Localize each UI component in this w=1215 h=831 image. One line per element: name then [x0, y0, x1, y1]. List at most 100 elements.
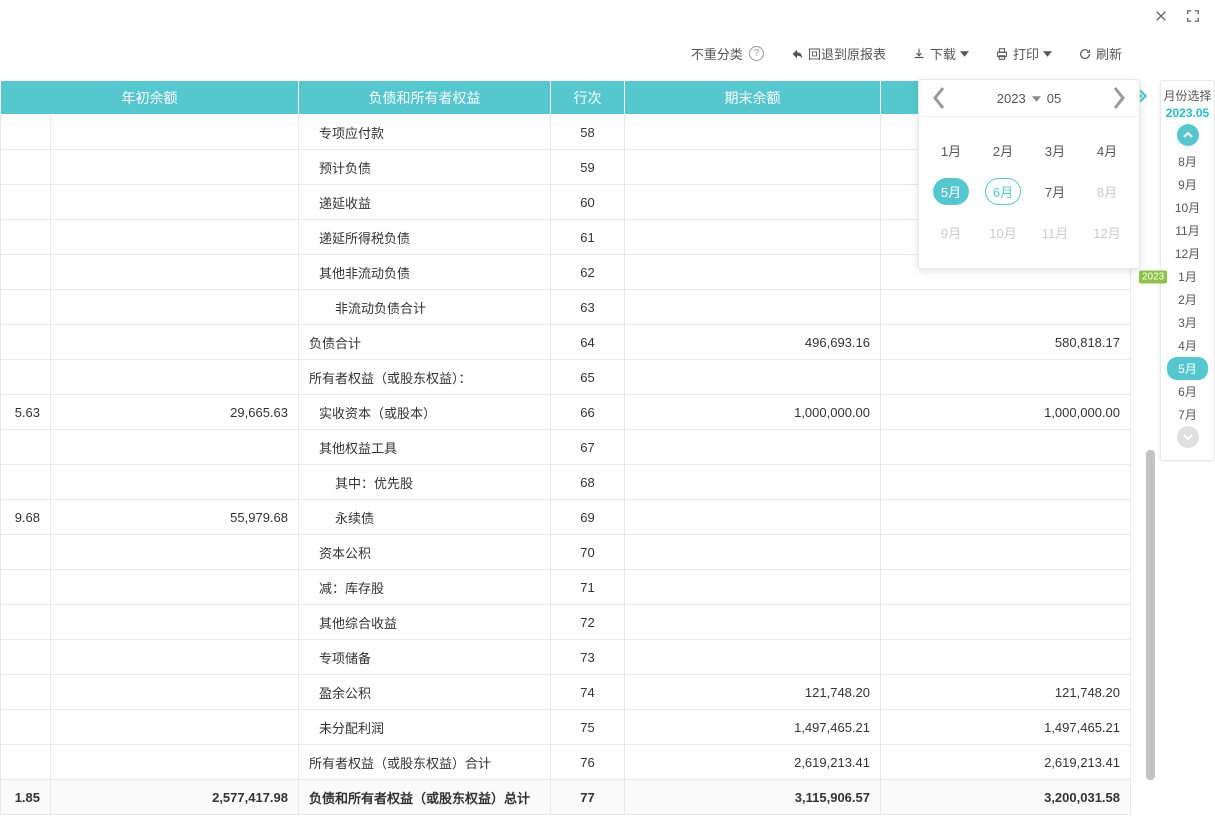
row-amount: 55,979.68	[51, 500, 299, 535]
popup-month-cell[interactable]: 3月	[1029, 141, 1081, 160]
table-row: 5.6329,665.63实收资本（或股本）661,000,000.001,00…	[1, 395, 1131, 430]
year-tag: 2023	[1139, 270, 1167, 283]
popup-month-cell[interactable]: 4月	[1081, 141, 1133, 160]
popup-month-cell[interactable]: 1月	[925, 141, 977, 160]
row-label: 专项应付款	[299, 115, 551, 150]
row-amount	[625, 465, 881, 500]
row-label: 专项储备	[299, 640, 551, 675]
download-button[interactable]: 下载	[912, 44, 969, 63]
row-amount: 1,497,465.21	[881, 710, 1131, 745]
row-amount	[1, 290, 51, 325]
chevron-down-icon	[1032, 90, 1041, 105]
popup-month-cell[interactable]: 6月	[985, 178, 1021, 205]
row-amount	[881, 290, 1131, 325]
month-panel-down-button[interactable]	[1177, 426, 1199, 448]
month-panel-item[interactable]: 2月	[1161, 288, 1214, 311]
popup-month-cell[interactable]: 7月	[1029, 182, 1081, 201]
month-panel-title: 月份选择	[1161, 87, 1214, 104]
row-label: 未分配利润	[299, 710, 551, 745]
row-amount	[51, 115, 299, 150]
next-year-button[interactable]	[1109, 88, 1129, 108]
row-amount	[1, 185, 51, 220]
prev-year-button[interactable]	[929, 88, 949, 108]
month-panel-item[interactable]: 6月	[1161, 380, 1214, 403]
row-amount	[51, 535, 299, 570]
row-number: 70	[551, 535, 625, 570]
vertical-scrollbar[interactable]	[1146, 450, 1155, 780]
month-panel-item[interactable]: 4月	[1161, 334, 1214, 357]
row-amount	[51, 185, 299, 220]
table-row: 盈余公积74121,748.20121,748.20	[1, 675, 1131, 710]
month-panel-item[interactable]: 10月	[1161, 196, 1214, 219]
popup-month-cell[interactable]: 5月	[933, 178, 969, 205]
row-number: 75	[551, 710, 625, 745]
month-panel-item[interactable]: 12月	[1161, 242, 1214, 265]
table-row: 专项储备73	[1, 640, 1131, 675]
row-amount: 2,577,417.98	[51, 780, 299, 815]
row-amount: 3,115,906.57	[625, 780, 881, 815]
row-amount: 3,200,031.58	[881, 780, 1131, 815]
popup-month-cell: 10月	[977, 223, 1029, 242]
month-panel-item[interactable]: 8月	[1161, 150, 1214, 173]
row-amount	[51, 430, 299, 465]
row-amount	[881, 465, 1131, 500]
row-number: 66	[551, 395, 625, 430]
row-amount: 496,693.16	[625, 325, 881, 360]
popup-month-cell: 11月	[1029, 223, 1081, 242]
row-amount	[881, 605, 1131, 640]
row-amount	[881, 570, 1131, 605]
row-amount	[1, 115, 51, 150]
row-amount	[51, 290, 299, 325]
table-row: 其中：优先股68	[1, 465, 1131, 500]
row-amount	[51, 605, 299, 640]
row-amount	[51, 745, 299, 780]
th-liab-equity: 负债和所有者权益	[299, 81, 551, 115]
month-panel-item[interactable]: 9月	[1161, 173, 1214, 196]
year-month-title[interactable]: 2023 05	[997, 91, 1061, 106]
row-amount	[625, 255, 881, 290]
row-label: 减：库存股	[299, 570, 551, 605]
month-panel-up-button[interactable]	[1177, 124, 1199, 146]
print-button[interactable]: 打印	[995, 44, 1052, 63]
no-reclass-toggle[interactable]: 不重分类 ?	[691, 44, 764, 63]
row-amount	[625, 290, 881, 325]
row-amount	[625, 360, 881, 395]
row-label: 其他综合收益	[299, 605, 551, 640]
fullscreen-icon[interactable]	[1181, 4, 1205, 28]
row-number: 63	[551, 290, 625, 325]
row-number: 67	[551, 430, 625, 465]
revert-button[interactable]: 回退到原报表	[790, 44, 886, 63]
month-panel-item[interactable]: 5月	[1167, 357, 1208, 380]
th-period-end: 期末余额	[625, 81, 881, 115]
row-amount	[51, 465, 299, 500]
row-label: 递延所得税负债	[299, 220, 551, 255]
row-amount	[1, 675, 51, 710]
month-panel-item[interactable]: 1月2023	[1161, 265, 1214, 288]
row-number: 68	[551, 465, 625, 500]
close-icon[interactable]	[1149, 4, 1173, 28]
table-row: 其他综合收益72	[1, 605, 1131, 640]
revert-icon	[790, 47, 804, 61]
row-amount	[881, 360, 1131, 395]
row-amount	[51, 255, 299, 290]
row-amount	[51, 640, 299, 675]
month-panel-item[interactable]: 7月	[1161, 403, 1214, 426]
row-amount	[1, 150, 51, 185]
row-amount	[625, 570, 881, 605]
popup-month-cell[interactable]: 2月	[977, 141, 1029, 160]
row-amount: 1,000,000.00	[625, 395, 881, 430]
row-number: 71	[551, 570, 625, 605]
print-label: 打印	[1013, 44, 1039, 63]
th-year-begin: 年初余额	[1, 81, 299, 115]
refresh-icon	[1078, 47, 1092, 61]
row-label: 负债和所有者权益（或股东权益）总计	[299, 780, 551, 815]
row-number: 76	[551, 745, 625, 780]
month-panel-item[interactable]: 3月	[1161, 311, 1214, 334]
chevron-down-icon	[960, 51, 969, 57]
month-panel-item[interactable]: 11月	[1161, 219, 1214, 242]
row-amount	[625, 535, 881, 570]
row-label: 其他非流动负债	[299, 255, 551, 290]
row-number: 64	[551, 325, 625, 360]
row-amount	[625, 150, 881, 185]
refresh-button[interactable]: 刷新	[1078, 44, 1122, 63]
